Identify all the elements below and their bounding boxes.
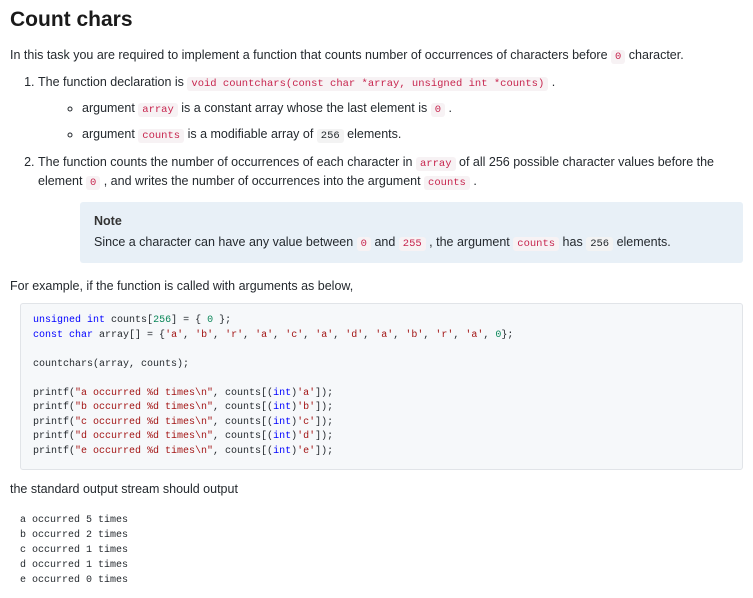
example-code-block: unsigned int counts[256] = { 0 }; const …: [20, 303, 743, 470]
sub1-mid: is a constant array whose the last eleme…: [178, 101, 431, 115]
instruction-1-sublist: argument array is a constant array whose…: [38, 99, 743, 145]
note-mid3: has: [559, 235, 586, 249]
note-post: elements.: [613, 235, 671, 249]
note-zero-code: 0: [357, 237, 371, 251]
sub2-pre: argument: [82, 127, 138, 141]
note-mid1: and: [371, 235, 399, 249]
note-counts-code: counts: [513, 237, 559, 251]
i2-pre: The function counts the number of occurr…: [38, 155, 416, 169]
output-intro: the standard output stream should output: [10, 480, 743, 499]
i2-array-code: array: [416, 157, 456, 171]
i2-zero-code: 0: [86, 176, 100, 190]
instruction-item-2: The function counts the number of occurr…: [38, 153, 743, 263]
sub1-array-code: array: [138, 103, 178, 117]
note-title: Note: [94, 212, 729, 231]
sub1-pre: argument: [82, 101, 138, 115]
sub2-counts-code: counts: [138, 129, 184, 143]
sub1-post: .: [445, 101, 452, 115]
note-256-code: 256: [586, 237, 613, 251]
sub2-post: elements.: [344, 127, 402, 141]
intro-text-pre: In this task you are required to impleme…: [10, 48, 611, 62]
page-title: Count chars: [10, 4, 743, 36]
intro-text-post: character.: [625, 48, 683, 62]
i1-pre: The function declaration is: [38, 75, 187, 89]
expected-output-block: a occurred 5 times b occurred 2 times c …: [10, 507, 743, 588]
i2-mid2: , and writes the number of occurrences i…: [100, 174, 424, 188]
note-box: Note Since a character can have any valu…: [80, 202, 743, 263]
intro-zero-code: 0: [611, 50, 625, 64]
i1-post: .: [548, 75, 555, 89]
example-intro: For example, if the function is called w…: [10, 277, 743, 296]
note-mid2: , the argument: [426, 235, 514, 249]
instruction-item-1: The function declaration is void countch…: [38, 73, 743, 144]
sub2-256-code: 256: [317, 129, 344, 143]
sub-item-counts: argument counts is a modifiable array of…: [82, 125, 743, 145]
intro-paragraph: In this task you are required to impleme…: [10, 46, 743, 66]
i1-decl-code: void countchars(const char *array, unsig…: [187, 77, 548, 91]
i2-post: .: [470, 174, 477, 188]
note-body: Since a character can have any value bet…: [94, 233, 729, 253]
sub2-mid: is a modifiable array of: [184, 127, 317, 141]
instructions-list: The function declaration is void countch…: [10, 73, 743, 262]
sub1-zero-code: 0: [431, 103, 445, 117]
note-pre: Since a character can have any value bet…: [94, 235, 357, 249]
sub-item-array: argument array is a constant array whose…: [82, 99, 743, 119]
note-255-code: 255: [399, 237, 426, 251]
i2-counts-code: counts: [424, 176, 470, 190]
